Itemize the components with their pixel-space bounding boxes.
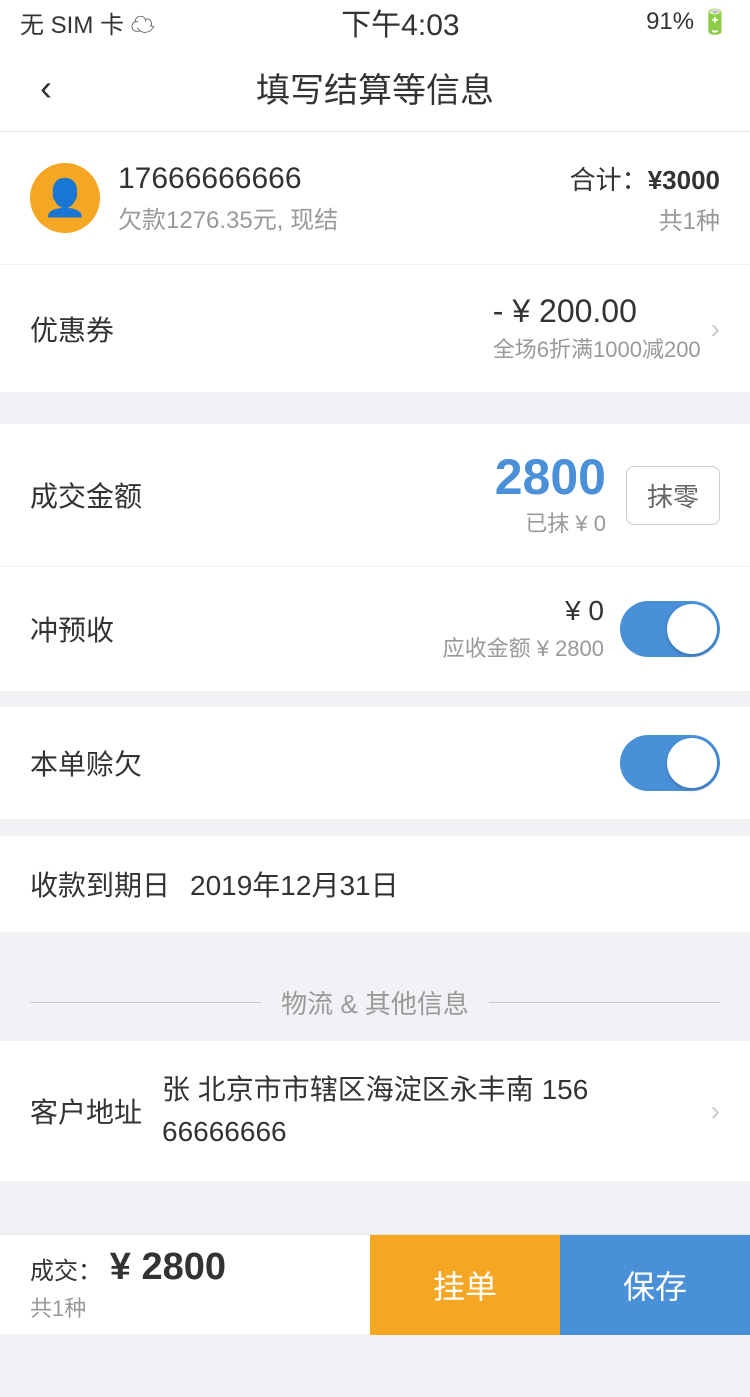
- amount-sub: 已抹 ¥ 0: [495, 506, 606, 538]
- divider-2: [0, 691, 750, 707]
- pre-receipt-sub: 应收金额 ¥ 2800: [443, 631, 604, 663]
- address-chevron-icon: ›: [711, 1095, 720, 1127]
- sim-status: 无 SIM 卡 ☁: [20, 5, 155, 40]
- status-left: 无 SIM 卡 ☁: [20, 5, 155, 40]
- customer-total: 合计：¥3000 共1种: [570, 160, 720, 236]
- bottom-amount: ¥ 2800: [110, 1246, 226, 1288]
- pre-receipt-row: 冲预收 ¥ 0 应收金额 ¥ 2800: [0, 566, 750, 691]
- due-date-value: 2019年12月31日: [190, 864, 399, 904]
- coupon-discount: - ¥ 200.00: [493, 293, 701, 330]
- credit-toggle-knob: [667, 738, 717, 788]
- pre-receipt-toggle[interactable]: [620, 601, 720, 657]
- credit-label: 本单赊欠: [30, 743, 142, 783]
- bottom-label-row: 成交： ¥ 2800: [30, 1246, 340, 1289]
- total-label: 合计：¥3000: [570, 160, 720, 197]
- customer-section: 👤 17666666666 欠款1276.35元, 现结 合计：¥3000 共1…: [0, 132, 750, 392]
- customer-sub: 欠款1276.35元, 现结: [118, 200, 338, 235]
- chevron-right-icon: ›: [711, 313, 720, 345]
- status-right: 91% 🔋: [646, 8, 730, 37]
- customer-info: 17666666666 欠款1276.35元, 现结: [118, 162, 338, 235]
- bottom-bar: 成交： ¥ 2800 共1种 挂单 保存: [0, 1234, 750, 1334]
- coupon-label: 优惠券: [30, 309, 114, 349]
- toggle-knob: [667, 604, 717, 654]
- amount-right: 2800 已抹 ¥ 0 抹零: [495, 452, 720, 538]
- logistics-separator: 物流 & 其他信息: [0, 964, 750, 1041]
- address-row[interactable]: 客户地址 张 北京市市辖区海淀区永丰南 156 66666666 ›: [0, 1041, 750, 1181]
- credit-row: 本单赊欠: [0, 707, 750, 819]
- avatar: 👤: [30, 163, 100, 233]
- save-button[interactable]: 保存: [560, 1235, 750, 1335]
- credit-toggle[interactable]: [620, 735, 720, 791]
- battery-icon: 🔋: [700, 8, 730, 37]
- amount-value-group: 2800 已抹 ¥ 0: [495, 452, 606, 538]
- avatar-icon: 👤: [43, 177, 88, 219]
- round-button[interactable]: 抹零: [626, 466, 720, 525]
- address-label: 客户地址: [30, 1091, 142, 1131]
- coupon-right: - ¥ 200.00 全场6折满1000减200 ›: [493, 293, 720, 364]
- due-date-label: 收款到期日: [30, 864, 170, 904]
- pre-receipt-amount: ¥ 0 应收金额 ¥ 2800: [443, 595, 604, 663]
- bottom-label: 成交：: [30, 1258, 102, 1285]
- amount-value: 2800: [495, 452, 606, 502]
- divider-3: [0, 948, 750, 964]
- pre-receipt-right: ¥ 0 应收金额 ¥ 2800: [443, 595, 720, 663]
- bottom-summary: 成交： ¥ 2800 共1种: [0, 1246, 370, 1323]
- due-date-row: 收款到期日 2019年12月31日: [0, 835, 750, 932]
- battery-level: 91%: [646, 8, 694, 36]
- total-count: 共1种: [570, 201, 720, 236]
- nav-bar: ‹ 填写结算等信息: [0, 44, 750, 132]
- status-bar: 无 SIM 卡 ☁ 下午4:03 91% 🔋: [0, 0, 750, 44]
- separator-line-left: [30, 1002, 261, 1003]
- coupon-row[interactable]: 优惠券 - ¥ 200.00 全场6折满1000减200 ›: [0, 264, 750, 392]
- logistics-label: 物流 & 其他信息: [281, 984, 469, 1021]
- back-button[interactable]: ‹: [30, 57, 62, 119]
- customer-left: 👤 17666666666 欠款1276.35元, 现结: [30, 162, 338, 235]
- customer-phone: 17666666666: [118, 162, 338, 196]
- pending-button[interactable]: 挂单: [370, 1235, 560, 1335]
- divider-1: [0, 408, 750, 424]
- amount-section: 成交金额 2800 已抹 ¥ 0 抹零 冲预收 ¥ 0 应收金额 ¥ 2800: [0, 424, 750, 691]
- address-value: 张 北京市市辖区海淀区永丰南 156 66666666: [162, 1069, 711, 1153]
- pre-receipt-label: 冲预收: [30, 609, 114, 649]
- amount-row: 成交金额 2800 已抹 ¥ 0 抹零: [0, 424, 750, 566]
- coupon-value: - ¥ 200.00 全场6折满1000减200: [493, 293, 701, 364]
- pre-receipt-value: ¥ 0: [443, 595, 604, 627]
- separator-line-right: [489, 1002, 720, 1003]
- status-time: 下午4:03: [341, 0, 459, 44]
- bottom-count: 共1种: [30, 1291, 340, 1323]
- customer-row: 👤 17666666666 欠款1276.35元, 现结 合计：¥3000 共1…: [0, 132, 750, 264]
- coupon-desc: 全场6折满1000减200: [493, 332, 701, 364]
- amount-label: 成交金额: [30, 475, 142, 515]
- page-title: 填写结算等信息: [256, 63, 494, 112]
